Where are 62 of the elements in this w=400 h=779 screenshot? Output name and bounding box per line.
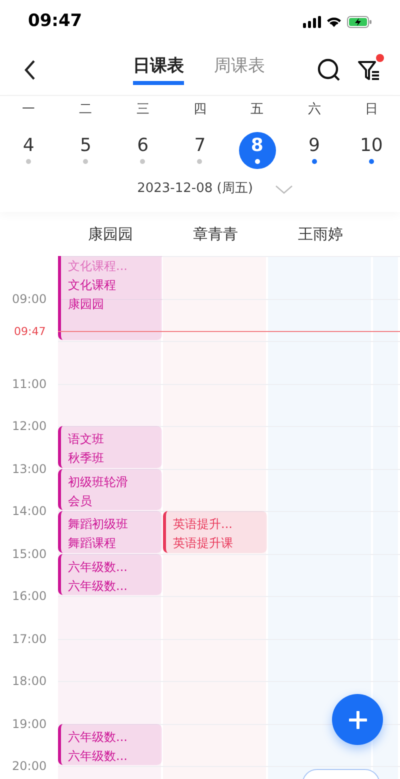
hour-label: 13:00	[11, 460, 48, 476]
weekday-label: 五	[250, 101, 264, 120]
date-cell[interactable]: 9	[296, 132, 333, 168]
event-text: 会员	[68, 492, 93, 508]
class-event[interactable]: 文化课程... 文化课程 康园园	[58, 256, 162, 340]
weekday-label: 日	[364, 101, 378, 120]
class-event[interactable]: 舞蹈初级班 舞蹈课程	[58, 511, 162, 552]
weekday-label: 四	[193, 101, 206, 120]
hour-label: 09:00	[11, 290, 48, 306]
event-text: 舞蹈初级班	[68, 516, 129, 532]
date-cell[interactable]: 7	[181, 132, 218, 168]
date-cell[interactable]: 6	[124, 132, 162, 168]
event-text: 秋季班	[68, 450, 105, 466]
date-cell[interactable]: 10	[352, 132, 390, 168]
date-label: 2023-12-08 (周五)	[137, 180, 253, 198]
date-cell[interactable]: 4	[10, 132, 48, 168]
weekday-label: 六	[308, 101, 321, 120]
event-text: 六年级数...	[68, 728, 128, 744]
event-text: 文化课程	[68, 277, 117, 293]
event-text: 六年级数...	[68, 578, 128, 594]
hour-label: 19:00	[11, 716, 48, 732]
hour-label: 18:00	[11, 673, 48, 689]
plus-icon	[348, 710, 366, 728]
weekday-label: 一	[22, 101, 36, 120]
event-text: 六年级数...	[68, 558, 128, 574]
hour-label: 17:00	[11, 630, 48, 646]
battery-icon	[347, 16, 372, 28]
event-text: 英语提升...	[173, 516, 234, 532]
class-event[interactable]: 初级班轮滑 会员	[58, 468, 162, 510]
class-event[interactable]: 英语提升... 英语提升课	[163, 511, 267, 552]
chevron-down-icon	[274, 184, 293, 194]
event-text: 英语提升课	[173, 535, 234, 551]
hour-label: 15:00	[11, 546, 48, 562]
weekday-label: 三	[136, 101, 150, 120]
event-text: 语文班	[68, 431, 105, 447]
signal-icon	[303, 16, 321, 28]
teacher-name: 王雨婷	[298, 224, 343, 245]
status-time: 09:47	[28, 10, 82, 34]
event-text: 舞蹈课程	[68, 535, 117, 551]
class-event[interactable]: 六年级数... 六年级数...	[58, 724, 162, 765]
hour-label: 16:00	[11, 588, 48, 604]
teacher-name: 章青青	[193, 224, 238, 245]
hour-label: 12:00	[11, 418, 48, 434]
hour-label: 20:00	[11, 758, 48, 774]
teacher-name: 康园园	[88, 224, 133, 245]
search-button[interactable]	[316, 56, 342, 82]
chevron-left-icon	[23, 58, 37, 80]
view-tab[interactable]: 日课表	[133, 54, 184, 86]
date-cell[interactable]: 5	[67, 132, 104, 168]
wifi-icon	[326, 16, 342, 28]
event-text: 康园园	[68, 296, 105, 312]
hour-label: 14:00	[11, 503, 48, 519]
class-event[interactable]: 语文班 秋季班	[58, 426, 162, 468]
hour-label: 11:00	[11, 376, 48, 392]
view-tab[interactable]: 周课表	[214, 54, 265, 86]
date-cell[interactable]: 8	[238, 132, 276, 168]
event-text: 初级班轮滑	[68, 474, 129, 490]
event-text: 文化课程...	[68, 258, 128, 274]
filter-button[interactable]	[356, 56, 382, 82]
class-event[interactable]: 六年级数... 六年级数...	[58, 554, 162, 595]
event-text: 六年级数...	[68, 748, 128, 764]
weekday-label: 二	[79, 101, 92, 120]
